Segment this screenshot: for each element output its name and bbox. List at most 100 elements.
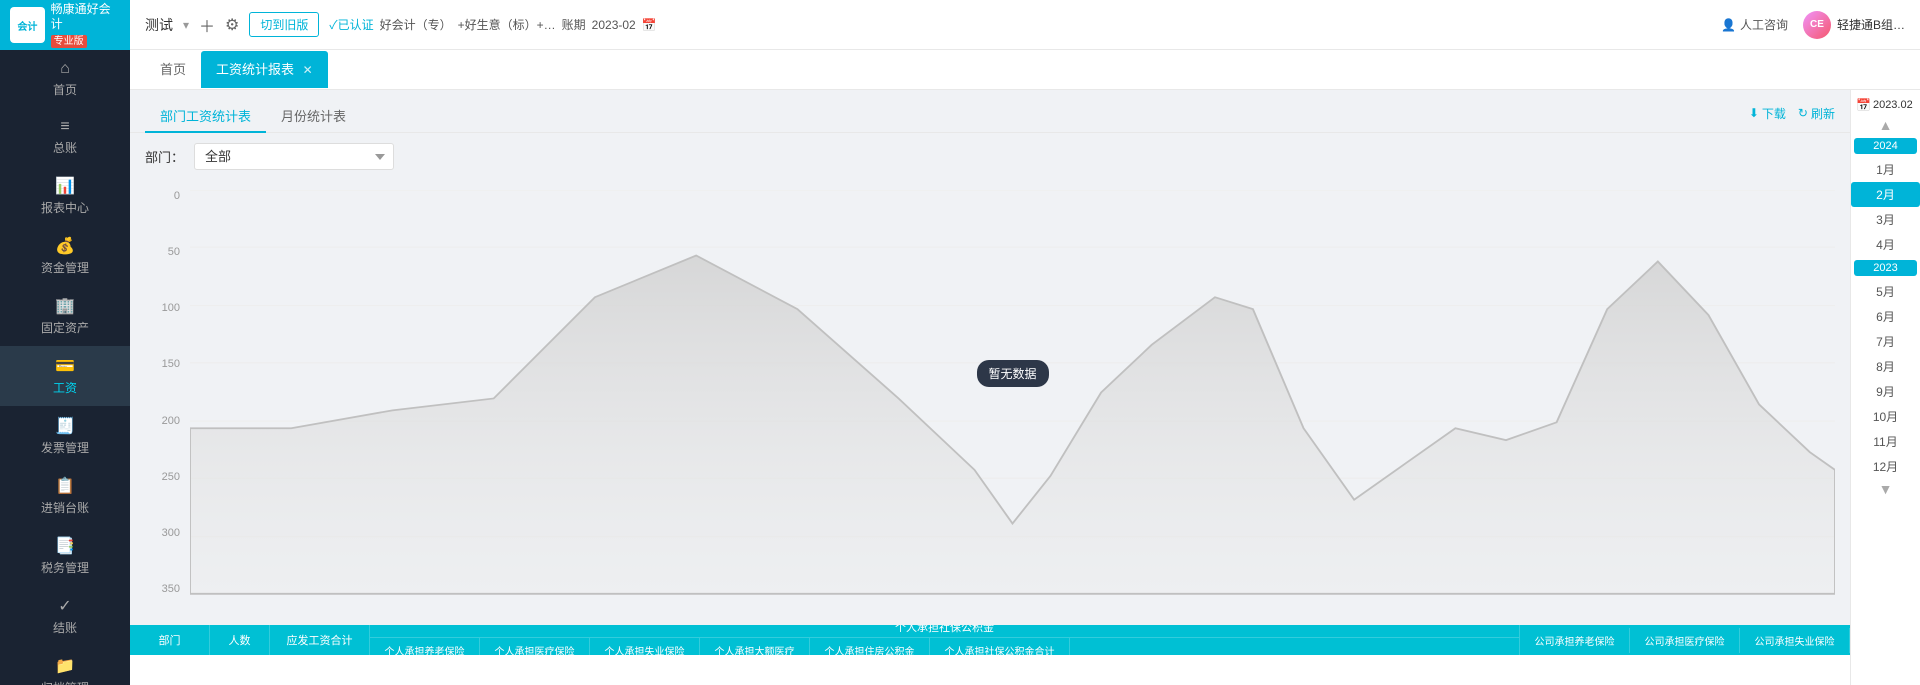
th-total-salary: 应发工资合计 bbox=[270, 625, 370, 655]
main-body: 部门工资统计表 月份统计表 ⬇ 下载 ↻ 刷新 bbox=[130, 90, 1920, 685]
chart-svg bbox=[190, 190, 1835, 595]
avatar: CE bbox=[1803, 11, 1831, 39]
month-2024-03[interactable]: 3月 bbox=[1851, 207, 1920, 232]
table-header-top: 部门 人数 应发工资合计 个人承担社保公积金 个人承担养老保险 个人承担医疗保险… bbox=[130, 625, 1850, 655]
dept-filter-select[interactable]: 全部 bbox=[194, 143, 394, 170]
th-count: 人数 bbox=[210, 625, 270, 655]
reports-icon: 📊 bbox=[55, 176, 75, 196]
closing-icon: ✓ bbox=[58, 596, 71, 616]
month-2024-01[interactable]: 1月 bbox=[1851, 157, 1920, 182]
sidebar-item-archive[interactable]: 📁 归档管理 bbox=[0, 646, 130, 685]
refresh-icon: ↻ bbox=[1798, 106, 1808, 120]
sidebar-item-closing[interactable]: ✓ 结账 bbox=[0, 586, 130, 646]
good-accounting-status: 好会计（专） bbox=[380, 16, 452, 33]
sales-icon: 📋 bbox=[55, 476, 75, 496]
topbar-right: 👤 人工咨询 CE 轻捷通B组… bbox=[1721, 11, 1905, 39]
th-personal-unemploy: 个人承担失业保险 bbox=[590, 638, 700, 655]
th-personal-large-medical: 个人承担大额医疗 bbox=[700, 638, 810, 655]
invoice-icon: 🧾 bbox=[55, 416, 75, 436]
sidebar-item-ledger[interactable]: ≡ 总账 bbox=[0, 108, 130, 166]
th-group-personal: 个人承担社保公积金 个人承担养老保险 个人承担医疗保险 个人承担失业保险 个人承… bbox=[370, 625, 1520, 655]
y-label-300: 300 bbox=[145, 527, 185, 539]
sidebar-item-funds[interactable]: 💰 资金管理 bbox=[0, 226, 130, 286]
user-name: 轻捷通B组… bbox=[1837, 16, 1905, 33]
right-date-panel: 📅 2023.02 ▲ 2024 1月 2月 3月 4月 2023 5月 6月 … bbox=[1850, 90, 1920, 685]
y-label-350: 350 bbox=[145, 583, 185, 595]
refresh-button[interactable]: ↻ 刷新 bbox=[1798, 105, 1835, 122]
table-area: 部门 人数 应发工资合计 个人承担社保公积金 个人承担养老保险 个人承担医疗保险… bbox=[130, 625, 1850, 685]
sidebar-item-sales[interactable]: 📋 进销台账 bbox=[0, 466, 130, 526]
month-2023-09[interactable]: 9月 bbox=[1851, 379, 1920, 404]
th-company-unemploy: 公司承担失业保险 bbox=[1740, 628, 1850, 653]
year-2024-nav: ▲ 2024 1月 2月 3月 4月 2023 5月 6月 7月 8月 9月 1… bbox=[1851, 115, 1920, 499]
sidebar-item-home[interactable]: ⌂ 首页 bbox=[0, 50, 130, 108]
company-dropdown-arrow[interactable]: ▾ bbox=[183, 18, 189, 32]
period-value: 2023-02 bbox=[592, 18, 636, 32]
sidebar-nav: ⌂ 首页 ≡ 总账 📊 报表中心 💰 资金管理 🏢 固定资产 💳 工资 🧾 发票… bbox=[0, 50, 130, 685]
sidebar-item-reports[interactable]: 📊 报表中心 bbox=[0, 166, 130, 226]
main-panel: 测试 ▾ ＋ ⚙ 切到旧版 ✓已认证 好会计（专） +好生意（标）+… 账期 2… bbox=[130, 0, 1920, 685]
year-nav-up-icon[interactable]: ▲ bbox=[1877, 115, 1895, 135]
sub-tab-dept-report[interactable]: 部门工资统计表 bbox=[145, 100, 266, 133]
sidebar-item-invoice[interactable]: 🧾 发票管理 bbox=[0, 406, 130, 466]
date-display[interactable]: 2023.02 bbox=[1873, 99, 1913, 111]
month-2023-12[interactable]: 12月 bbox=[1851, 454, 1920, 479]
th-personal-total: 个人承担社保公积金合计 bbox=[930, 638, 1070, 655]
month-2024-02[interactable]: 2月 bbox=[1851, 182, 1920, 207]
month-2023-07[interactable]: 7月 bbox=[1851, 329, 1920, 354]
service-button[interactable]: 👤 人工咨询 bbox=[1721, 16, 1788, 33]
th-personal-old: 个人承担养老保险 bbox=[370, 638, 480, 655]
logo-text: 畅康通好会计 专业版 bbox=[51, 2, 120, 49]
year-2024-label: 2024 bbox=[1854, 138, 1916, 154]
month-2023-08[interactable]: 8月 bbox=[1851, 354, 1920, 379]
sub-tab-monthly-report[interactable]: 月份统计表 bbox=[266, 100, 361, 133]
period-label: 账期 bbox=[562, 16, 586, 33]
switch-old-version-button[interactable]: 切到旧版 bbox=[249, 12, 319, 37]
settings-gear-icon[interactable]: ⚙ bbox=[225, 15, 239, 35]
dept-filter-label: 部门： bbox=[145, 147, 184, 166]
th-group-personal-label: 个人承担社保公积金 bbox=[370, 625, 1519, 638]
th-company-medical: 公司承担医疗保险 bbox=[1630, 628, 1740, 653]
th-group-personal-children: 个人承担养老保险 个人承担医疗保险 个人承担失业保险 个人承担大额医疗 个人承担… bbox=[370, 638, 1519, 655]
filter-row: 部门： 全部 bbox=[130, 133, 1850, 180]
main-center: 部门工资统计表 月份统计表 ⬇ 下载 ↻ 刷新 bbox=[130, 90, 1850, 685]
th-company-old: 公司承担养老保险 bbox=[1520, 628, 1630, 653]
month-2023-06[interactable]: 6月 bbox=[1851, 304, 1920, 329]
download-button[interactable]: ⬇ 下载 bbox=[1749, 105, 1786, 122]
calendar-icon[interactable]: 📅 bbox=[642, 18, 657, 32]
sidebar-item-assets[interactable]: 🏢 固定资产 bbox=[0, 286, 130, 346]
year-nav-down-icon[interactable]: ▼ bbox=[1877, 479, 1895, 499]
chart-inner: 暂无数据 bbox=[190, 190, 1835, 595]
logo-icon: 会计 bbox=[10, 7, 45, 43]
download-icon: ⬇ bbox=[1749, 106, 1759, 120]
certified-status: ✓已认证 bbox=[329, 16, 373, 33]
sidebar-item-salary[interactable]: 💳 工资 bbox=[0, 346, 130, 406]
add-button[interactable]: ＋ bbox=[199, 13, 215, 37]
tab-salary-report[interactable]: 工资统计报表 ✕ bbox=[201, 51, 328, 88]
funds-icon: 💰 bbox=[55, 236, 75, 256]
y-label-150: 150 bbox=[145, 358, 185, 370]
month-2023-05[interactable]: 5月 bbox=[1851, 279, 1920, 304]
y-label-250: 250 bbox=[145, 471, 185, 483]
sidebar: 会计 畅康通好会计 专业版 ⌂ 首页 ≡ 总账 📊 报表中心 💰 资金管理 🏢 … bbox=[0, 0, 130, 685]
chart-container: 350 300 250 200 150 100 50 0 bbox=[145, 190, 1835, 625]
status-bar: ✓已认证 好会计（专） +好生意（标）+… 账期 2023-02 📅 bbox=[329, 16, 656, 33]
calendar-small-icon: 📅 bbox=[1856, 98, 1871, 112]
month-2023-10[interactable]: 10月 bbox=[1851, 404, 1920, 429]
year-2023-label: 2023 bbox=[1854, 260, 1916, 276]
tabbar: 首页 工资统计报表 ✕ bbox=[130, 50, 1920, 90]
sidebar-item-tax[interactable]: 📑 税务管理 bbox=[0, 526, 130, 586]
ledger-icon: ≡ bbox=[60, 118, 69, 136]
tab-home[interactable]: 首页 bbox=[145, 51, 201, 88]
chart-y-axis: 350 300 250 200 150 100 50 0 bbox=[145, 190, 185, 595]
salary-icon: 💳 bbox=[55, 356, 75, 376]
tab-close-icon[interactable]: ✕ bbox=[303, 63, 313, 77]
month-2024-04[interactable]: 4月 bbox=[1851, 232, 1920, 257]
home-icon: ⌂ bbox=[60, 60, 70, 78]
archive-icon: 📁 bbox=[55, 656, 75, 676]
month-2023-11[interactable]: 11月 bbox=[1851, 429, 1920, 454]
th-personal-housing: 个人承担住房公积金 bbox=[810, 638, 930, 655]
user-menu[interactable]: CE 轻捷通B组… bbox=[1803, 11, 1905, 39]
th-dept: 部门 bbox=[130, 625, 210, 655]
y-label-50: 50 bbox=[145, 246, 185, 258]
